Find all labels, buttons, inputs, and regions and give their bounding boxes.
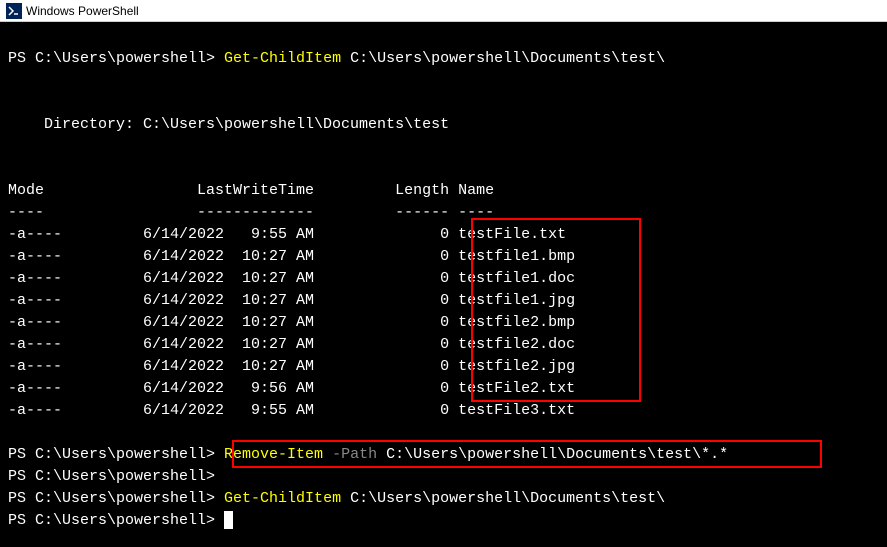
terminal-area[interactable]: PS C:\Users\powershell> Get-ChildItem C:…: [0, 22, 887, 547]
window-title: Windows PowerShell: [26, 4, 139, 18]
table-row: -a---- 6/14/2022 10:27 AM 0 testfile1.jp…: [8, 292, 575, 309]
cursor: [224, 511, 233, 529]
param-path: -Path: [323, 446, 377, 463]
table-header: Mode LastWriteTime Length Name: [8, 182, 494, 199]
table-row: -a---- 6/14/2022 10:27 AM 0 testfile1.bm…: [8, 248, 575, 265]
prompt-5: PS C:\Users\powershell>: [8, 512, 224, 529]
table-row: -a---- 6/14/2022 9:55 AM 0 testFile3.txt: [8, 402, 575, 419]
directory-label: Directory: C:\Users\powershell\Documents…: [8, 116, 449, 133]
cmdlet-getchilditem-2: Get-ChildItem: [224, 490, 341, 507]
cmd1-arg: C:\Users\powershell\Documents\test\: [341, 50, 665, 67]
prompt-4: PS C:\Users\powershell>: [8, 490, 224, 507]
table-row: -a---- 6/14/2022 9:55 AM 0 testFile.txt: [8, 226, 566, 243]
prompt-1: PS C:\Users\powershell>: [8, 50, 224, 67]
table-row: -a---- 6/14/2022 10:27 AM 0 testfile1.do…: [8, 270, 575, 287]
cmd2-arg: C:\Users\powershell\Documents\test\*.*: [377, 446, 728, 463]
table-row: -a---- 6/14/2022 10:27 AM 0 testfile2.jp…: [8, 358, 575, 375]
titlebar[interactable]: Windows PowerShell: [0, 0, 887, 22]
cmd3-arg: C:\Users\powershell\Documents\test\: [341, 490, 665, 507]
cmdlet-getchilditem: Get-ChildItem: [224, 50, 341, 67]
prompt-2: PS C:\Users\powershell>: [8, 446, 224, 463]
table-row: -a---- 6/14/2022 9:56 AM 0 testFile2.txt: [8, 380, 575, 397]
table-header-divider: ---- ------------- ------ ----: [8, 204, 494, 221]
prompt-3: PS C:\Users\powershell>: [8, 468, 224, 485]
powershell-icon: [6, 3, 22, 19]
table-row: -a---- 6/14/2022 10:27 AM 0 testfile2.bm…: [8, 314, 575, 331]
table-row: -a---- 6/14/2022 10:27 AM 0 testfile2.do…: [8, 336, 575, 353]
cmdlet-removeitem: Remove-Item: [224, 446, 323, 463]
